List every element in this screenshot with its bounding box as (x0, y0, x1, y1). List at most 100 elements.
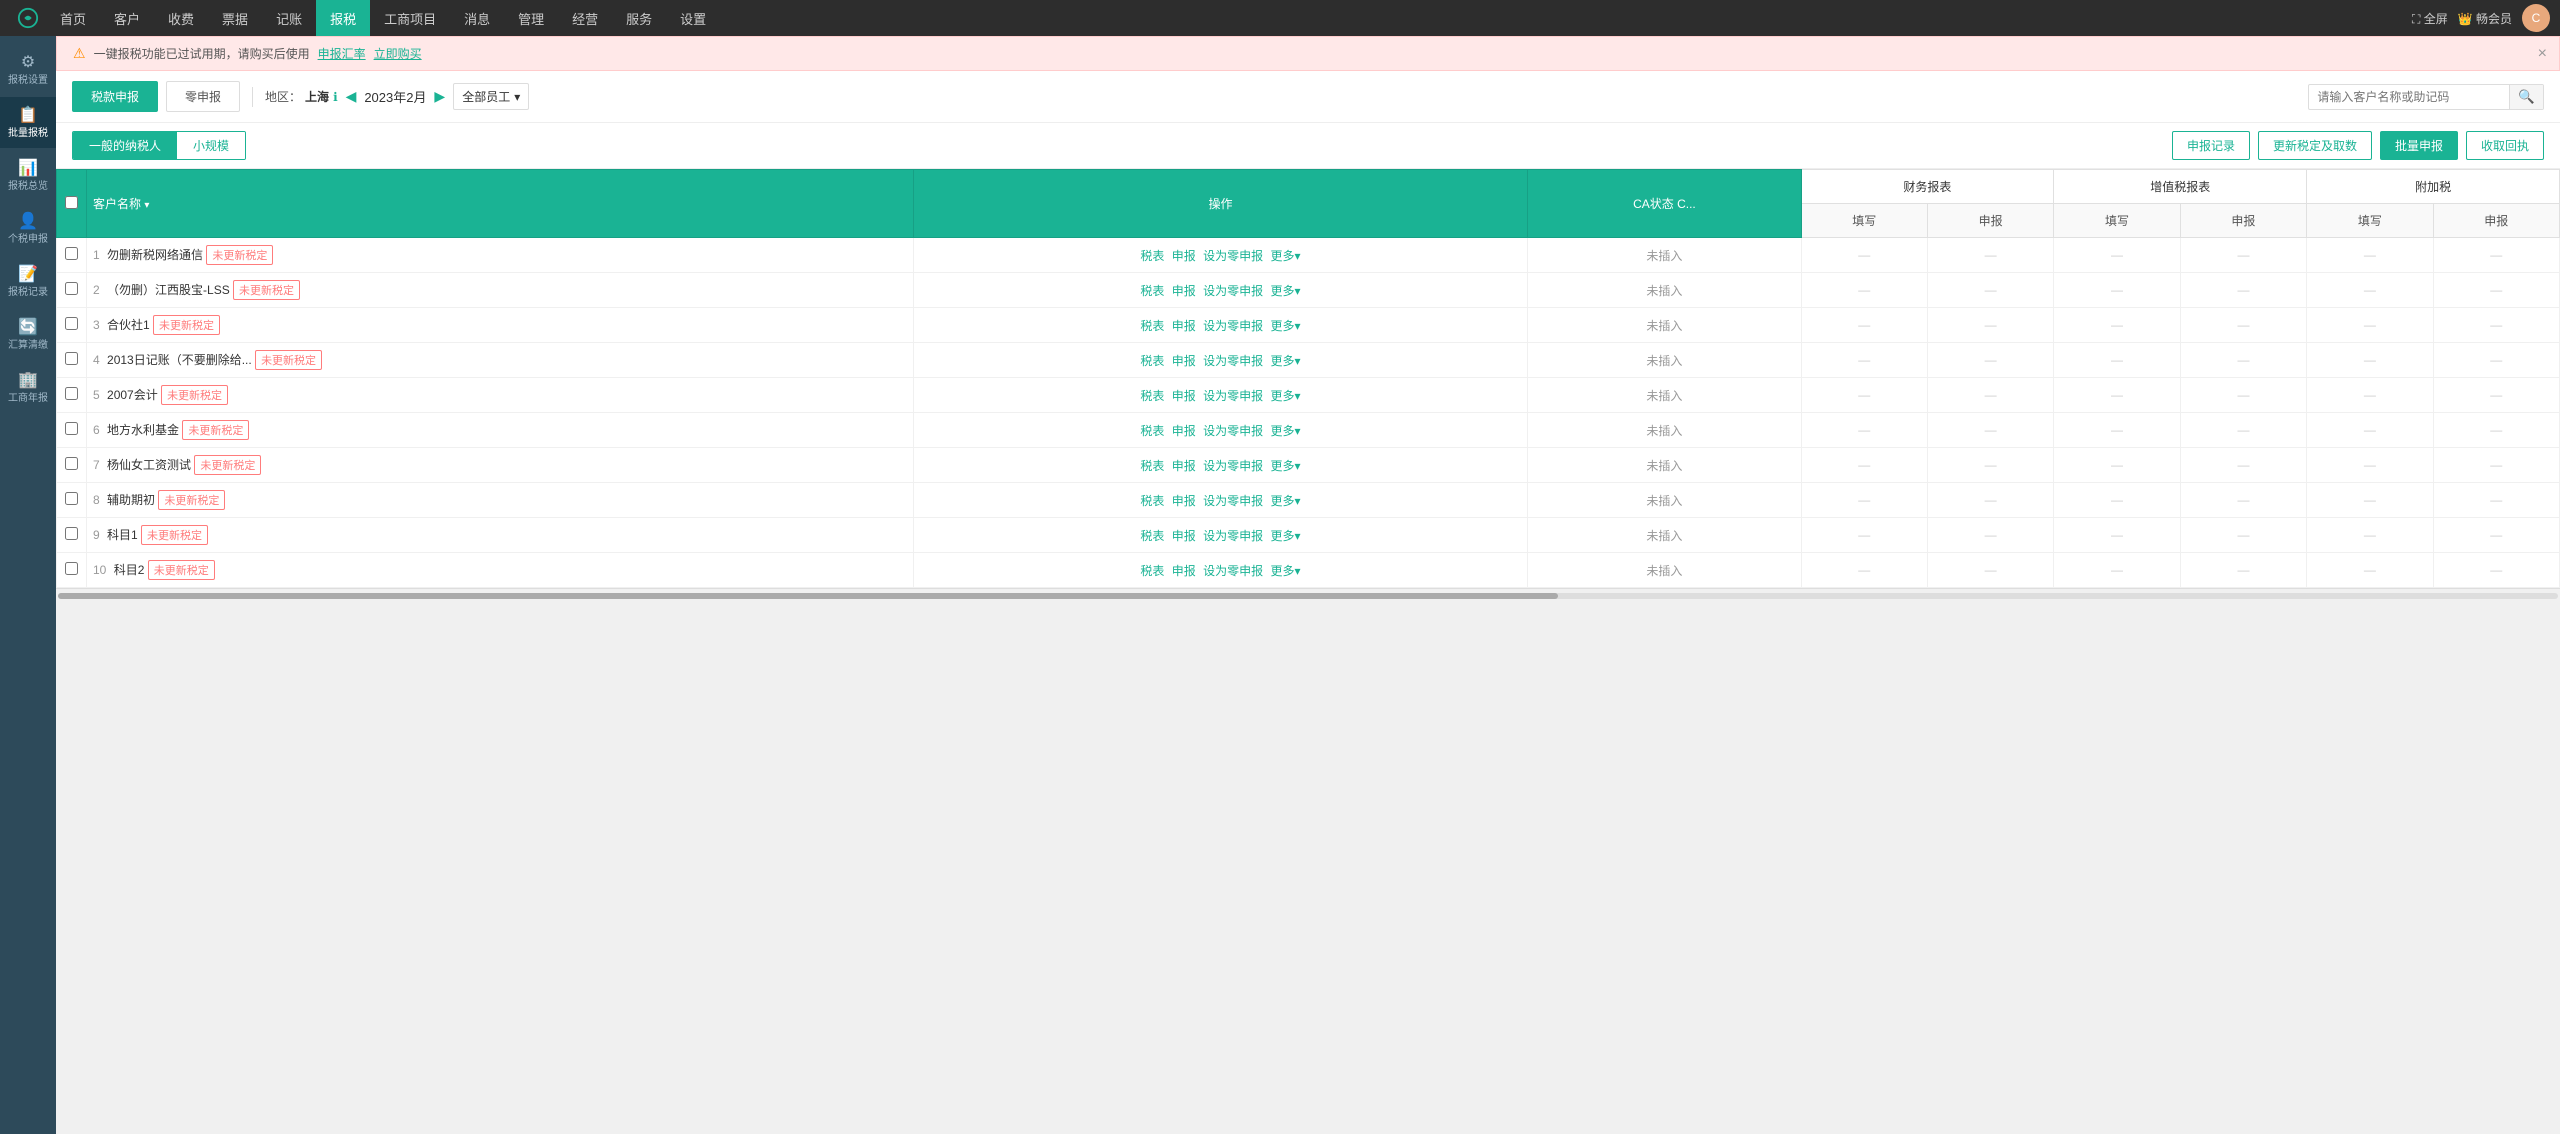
action-more-7[interactable]: 更多▾ (1271, 494, 1301, 508)
action-more-0[interactable]: 更多▾ (1271, 249, 1301, 263)
action-declare-0[interactable]: 申报 (1172, 249, 1196, 263)
nav-biz[interactable]: 工商项目 (370, 0, 450, 36)
action-more-8[interactable]: 更多▾ (1271, 529, 1301, 543)
location-label: 地区： (265, 88, 301, 105)
date-next-btn[interactable]: ▶ (434, 88, 445, 105)
action-declare-4[interactable]: 申报 (1172, 389, 1196, 403)
action-zero-declare-2[interactable]: 设为零申报 (1203, 319, 1263, 333)
nav-customer[interactable]: 客户 (100, 0, 154, 36)
action-zero-declare-5[interactable]: 设为零申报 (1203, 424, 1263, 438)
action-tax-table-3[interactable]: 税表 (1140, 354, 1164, 368)
action-declare-5[interactable]: 申报 (1172, 424, 1196, 438)
action-more-2[interactable]: 更多▾ (1271, 319, 1301, 333)
sidebar-item-tax-settings[interactable]: ⚙ 报税设置 (0, 44, 56, 95)
action-tax-table-8[interactable]: 税表 (1140, 529, 1164, 543)
sidebar-item-batch-tax[interactable]: 📋 批量报税 (0, 97, 56, 148)
sidebar-item-tax-overview[interactable]: 📊 报税总览 (0, 150, 56, 201)
action-declare-8[interactable]: 申报 (1172, 529, 1196, 543)
sidebar-item-personal-tax[interactable]: 👤 个税申报 (0, 203, 56, 254)
fullscreen-btn[interactable]: ⛶ 全屏 (2412, 10, 2448, 27)
action-tax-table-7[interactable]: 税表 (1140, 494, 1164, 508)
row-checkbox-0[interactable] (57, 238, 87, 273)
action-zero-declare-4[interactable]: 设为零申报 (1203, 389, 1263, 403)
row-checkbox-5[interactable] (57, 413, 87, 448)
row-checkbox-1[interactable] (57, 273, 87, 308)
action-zero-declare-0[interactable]: 设为零申报 (1203, 249, 1263, 263)
tab-tax-declaration[interactable]: 税款申报 (72, 81, 158, 112)
action-declare-1[interactable]: 申报 (1172, 284, 1196, 298)
action-tax-table-5[interactable]: 税表 (1140, 424, 1164, 438)
action-more-1[interactable]: 更多▾ (1271, 284, 1301, 298)
action-zero-declare-7[interactable]: 设为零申报 (1203, 494, 1263, 508)
sidebar-item-annual-report[interactable]: 🏢 工商年报 (0, 362, 56, 413)
action-declare-6[interactable]: 申报 (1172, 459, 1196, 473)
location-info-icon[interactable]: ℹ (333, 90, 338, 104)
nav-invoice[interactable]: 票据 (208, 0, 262, 36)
row-sur-declare-8: — (2433, 518, 2559, 553)
row-sur-declare-9: — (2433, 553, 2559, 588)
action-tax-table-0[interactable]: 税表 (1140, 249, 1164, 263)
nav-service[interactable]: 服务 (612, 0, 666, 36)
search-button[interactable]: 🔍 (2509, 85, 2543, 109)
nav-tax[interactable]: 报税 (316, 0, 370, 36)
nav-bookkeeping[interactable]: 记账 (262, 0, 316, 36)
nav-home[interactable]: 首页 (46, 0, 100, 36)
sidebar-item-annual-clearance[interactable]: 🔄 汇算清缴 (0, 309, 56, 360)
user-avatar[interactable]: C (2522, 4, 2550, 32)
action-zero-declare-9[interactable]: 设为零申报 (1203, 564, 1263, 578)
declaration-records-btn[interactable]: 申报记录 (2172, 131, 2250, 160)
row-checkbox-6[interactable] (57, 448, 87, 483)
notice-link2[interactable]: 立即购买 (374, 45, 422, 62)
action-declare-7[interactable]: 申报 (1172, 494, 1196, 508)
row-checkbox-8[interactable] (57, 518, 87, 553)
action-declare-3[interactable]: 申报 (1172, 354, 1196, 368)
nav-settings[interactable]: 设置 (666, 0, 720, 36)
action-declare-9[interactable]: 申报 (1172, 564, 1196, 578)
notice-close-btn[interactable]: × (2538, 45, 2547, 63)
table-row: 5 2007会计 未更新税定 税表 申报 设为零申报 更多▾ 未插入 — — —… (57, 378, 2560, 413)
vip-btn[interactable]: 👑 畅会员 (2458, 10, 2512, 27)
action-zero-declare-3[interactable]: 设为零申报 (1203, 354, 1263, 368)
staff-select[interactable]: 全部员工 ▾ (453, 83, 529, 110)
update-tax-btn[interactable]: 更新税定及取数 (2258, 131, 2372, 160)
action-tax-table-9[interactable]: 税表 (1140, 564, 1164, 578)
action-zero-declare-8[interactable]: 设为零申报 (1203, 529, 1263, 543)
row-checkbox-2[interactable] (57, 308, 87, 343)
action-zero-declare-6[interactable]: 设为零申报 (1203, 459, 1263, 473)
row-checkbox-7[interactable] (57, 483, 87, 518)
action-declare-2[interactable]: 申报 (1172, 319, 1196, 333)
batch-declaration-btn[interactable]: 批量申报 (2380, 131, 2458, 160)
row-fin-fill-2: — (1801, 308, 1927, 343)
action-tax-table-4[interactable]: 税表 (1140, 389, 1164, 403)
action-zero-declare-1[interactable]: 设为零申报 (1203, 284, 1263, 298)
notice-link1[interactable]: 申报汇率 (318, 45, 366, 62)
search-input[interactable] (2309, 86, 2509, 108)
action-more-3[interactable]: 更多▾ (1271, 354, 1301, 368)
date-prev-btn[interactable]: ◀ (346, 88, 357, 105)
row-checkbox-9[interactable] (57, 553, 87, 588)
tab-zero-declaration[interactable]: 零申报 (166, 81, 240, 112)
collect-receipt-btn[interactable]: 收取回执 (2466, 131, 2544, 160)
action-tax-table-1[interactable]: 税表 (1140, 284, 1164, 298)
row-fin-declare-6: — (1927, 448, 2053, 483)
row-name-1: 2 （勿删）江西股宝-LSS 未更新税定 (87, 273, 914, 308)
action-more-6[interactable]: 更多▾ (1271, 459, 1301, 473)
nav-fee[interactable]: 收费 (154, 0, 208, 36)
nav-manage[interactable]: 管理 (504, 0, 558, 36)
row-sur-declare-6: — (2433, 448, 2559, 483)
sidebar-item-tax-records[interactable]: 📝 报税记录 (0, 256, 56, 307)
select-all-checkbox[interactable] (65, 196, 78, 209)
horizontal-scrollbar[interactable] (56, 588, 2560, 602)
tab-small-scale[interactable]: 小规模 (177, 132, 245, 159)
tab-general-taxpayer[interactable]: 一般的纳税人 (73, 132, 177, 159)
action-more-4[interactable]: 更多▾ (1271, 389, 1301, 403)
nav-msg[interactable]: 消息 (450, 0, 504, 36)
row-checkbox-4[interactable] (57, 378, 87, 413)
row-vat-declare-0: — (2180, 238, 2306, 273)
action-tax-table-6[interactable]: 税表 (1140, 459, 1164, 473)
action-tax-table-2[interactable]: 税表 (1140, 319, 1164, 333)
row-checkbox-3[interactable] (57, 343, 87, 378)
action-more-5[interactable]: 更多▾ (1271, 424, 1301, 438)
nav-ops[interactable]: 经营 (558, 0, 612, 36)
action-more-9[interactable]: 更多▾ (1271, 564, 1301, 578)
